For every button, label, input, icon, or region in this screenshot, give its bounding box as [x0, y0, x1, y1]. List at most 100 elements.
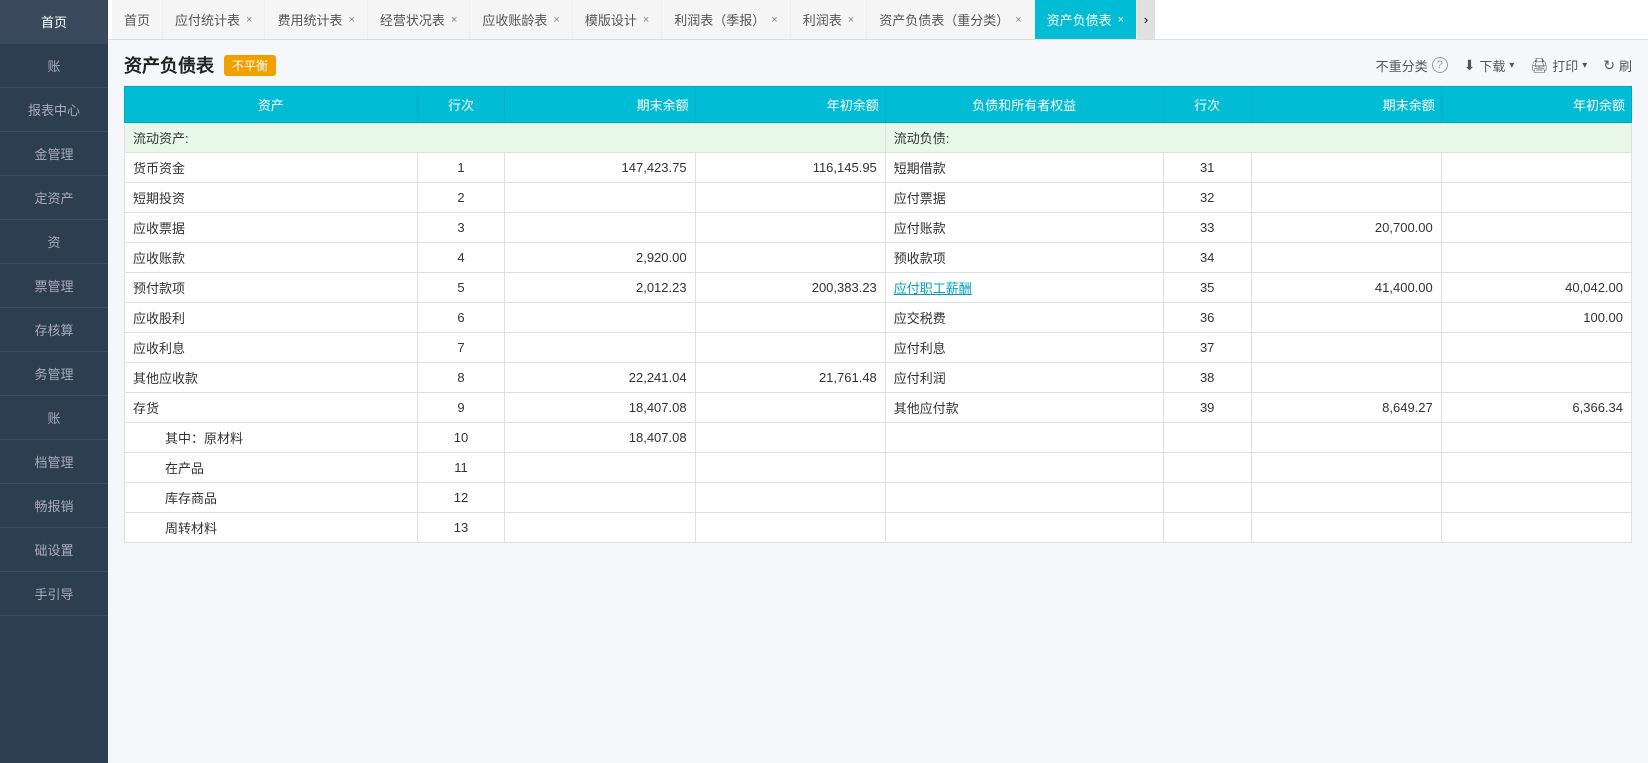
- sidebar-item-home[interactable]: 首页: [0, 0, 108, 44]
- sidebar-item-base-settings[interactable]: 础设置: [0, 528, 108, 572]
- cell-liability: 应付利息: [885, 333, 1163, 363]
- header-actions: 不重分类 ? ⬇ 下载 ▾ 🖨 打印 ▾ ↻ 刷: [1376, 56, 1632, 75]
- sidebar-item-sales[interactable]: 畅报销: [0, 484, 108, 528]
- cell-asset: 预付款项: [125, 273, 418, 303]
- cell-rownum2: 36: [1163, 303, 1251, 333]
- page-title: 资产负债表: [124, 52, 214, 78]
- cell-liability: 应交税费: [885, 303, 1163, 333]
- cell-end-balance: [505, 483, 695, 513]
- table-row: 周转材料 13: [125, 513, 1632, 543]
- cell-begin-balance2: [1441, 333, 1631, 363]
- download-btn[interactable]: ⬇ 下载 ▾: [1464, 56, 1515, 75]
- balance-sheet-table: 资产 行次 期末余额 年初余额 负债和所有者权益 行次 期末余额 年初余额 流动…: [124, 86, 1632, 543]
- tab-bar: 首页 应付统计表 × 费用统计表 × 经营状况表 × 应收账龄表 × 模版设计 …: [108, 0, 1648, 40]
- close-tab-operation-status[interactable]: ×: [451, 14, 457, 26]
- close-tab-profit-table[interactable]: ×: [848, 14, 854, 26]
- tab-template-design[interactable]: 模版设计 ×: [573, 0, 662, 40]
- close-tab-expense-stats[interactable]: ×: [348, 14, 354, 26]
- tab-balance-sheet[interactable]: 资产负债表 ×: [1035, 0, 1137, 40]
- cell-asset: 周转材料: [125, 513, 418, 543]
- close-tab-payable-stats[interactable]: ×: [246, 14, 252, 26]
- table-row: 其他应收款 8 22,241.04 21,761.48 应付利润 38: [125, 363, 1632, 393]
- print-btn[interactable]: 🖨 打印 ▾: [1530, 56, 1587, 75]
- cell-begin-balance: [695, 303, 885, 333]
- download-icon: ⬇: [1464, 57, 1476, 74]
- cell-rownum: 4: [417, 243, 505, 273]
- table-row: 应收票据 3 应付账款 33 20,700.00: [125, 213, 1632, 243]
- cell-rownum2: [1163, 423, 1251, 453]
- sidebar-item-invest[interactable]: 资: [0, 220, 108, 264]
- cell-begin-balance: [695, 423, 885, 453]
- table-header-row: 资产 行次 期末余额 年初余额 负债和所有者权益 行次 期末余额 年初余额: [125, 87, 1632, 123]
- sidebar-item-ledger[interactable]: 账: [0, 396, 108, 440]
- tab-receivable-aging[interactable]: 应收账龄表 ×: [470, 0, 572, 40]
- cell-end-balance: 18,407.08: [505, 393, 695, 423]
- download-chevron-icon: ▾: [1509, 60, 1514, 71]
- section-liability-label: 流动负债:: [885, 123, 1631, 153]
- cell-end-balance: 2,012.23: [505, 273, 695, 303]
- sidebar-item-guide[interactable]: 手引导: [0, 572, 108, 616]
- cell-liability: 预收款项: [885, 243, 1163, 273]
- close-tab-balance-reclassify[interactable]: ×: [1015, 14, 1021, 26]
- cell-begin-balance2: 40,042.00: [1441, 273, 1631, 303]
- section-asset-label: 流动资产:: [125, 123, 886, 153]
- cell-begin-balance: 200,383.23: [695, 273, 885, 303]
- th-end-balance: 期末余额: [505, 87, 695, 123]
- cell-liability: 短期借款: [885, 153, 1163, 183]
- cell-end-balance: 22,241.04: [505, 363, 695, 393]
- tab-expense-stats[interactable]: 费用统计表 ×: [265, 0, 367, 40]
- close-tab-template-design[interactable]: ×: [643, 14, 649, 26]
- cell-end-balance2: [1251, 303, 1441, 333]
- cell-liability: 应付利润: [885, 363, 1163, 393]
- cell-end-balance2: 20,700.00: [1251, 213, 1441, 243]
- refresh-btn[interactable]: ↻ 刷: [1603, 56, 1632, 75]
- cell-begin-balance: [695, 333, 885, 363]
- sidebar-item-file-mgmt[interactable]: 档管理: [0, 440, 108, 484]
- tab-nav-arrow[interactable]: ›: [1137, 0, 1155, 40]
- cell-end-balance: 18,407.08: [505, 423, 695, 453]
- help-icon[interactable]: ?: [1432, 57, 1448, 73]
- tab-home[interactable]: 首页: [112, 0, 163, 40]
- cell-liability: 应付账款: [885, 213, 1163, 243]
- cell-end-balance2: [1251, 183, 1441, 213]
- tab-payable-stats[interactable]: 应付统计表 ×: [163, 0, 265, 40]
- cell-end-balance: [505, 513, 695, 543]
- print-icon: 🖨: [1530, 57, 1548, 74]
- table-row: 其中：原材料 10 18,407.08: [125, 423, 1632, 453]
- cell-end-balance: [505, 183, 695, 213]
- sidebar-item-report-center[interactable]: 报表中心: [0, 88, 108, 132]
- close-tab-profit-quarterly[interactable]: ×: [771, 14, 777, 26]
- sidebar-item-fund-mgmt[interactable]: 金管理: [0, 132, 108, 176]
- cell-end-balance2: [1251, 363, 1441, 393]
- close-tab-receivable-aging[interactable]: ×: [553, 14, 559, 26]
- table-row: 货币资金 1 147,423.75 116,145.95 短期借款 31: [125, 153, 1632, 183]
- cell-rownum: 3: [417, 213, 505, 243]
- tab-profit-table[interactable]: 利润表 ×: [791, 0, 867, 40]
- th-begin-balance: 年初余额: [695, 87, 885, 123]
- tab-profit-quarterly[interactable]: 利润表（季报） ×: [662, 0, 790, 40]
- sidebar-item-fixed-assets[interactable]: 定资产: [0, 176, 108, 220]
- cell-rownum: 5: [417, 273, 505, 303]
- sidebar-item-inventory-calc[interactable]: 存核算: [0, 308, 108, 352]
- refresh-icon: ↻: [1603, 57, 1615, 74]
- cell-asset: 在产品: [125, 453, 418, 483]
- cell-rownum2: 38: [1163, 363, 1251, 393]
- tab-balance-reclassify[interactable]: 资产负债表（重分类） ×: [867, 0, 1034, 40]
- cell-rownum: 12: [417, 483, 505, 513]
- sidebar-item-task-mgmt[interactable]: 务管理: [0, 352, 108, 396]
- cell-liability: 应付职工薪酬: [885, 273, 1163, 303]
- close-tab-balance-sheet[interactable]: ×: [1118, 14, 1124, 26]
- tab-operation-status[interactable]: 经营状况表 ×: [368, 0, 470, 40]
- cell-end-balance2: [1251, 513, 1441, 543]
- cell-begin-balance2: [1441, 453, 1631, 483]
- cell-asset: 应收账款: [125, 243, 418, 273]
- sidebar-item-payable[interactable]: 账: [0, 44, 108, 88]
- cell-rownum2: 35: [1163, 273, 1251, 303]
- cell-asset: 应收股利: [125, 303, 418, 333]
- cell-liability: 应付票据: [885, 183, 1163, 213]
- no-reclassify-btn[interactable]: 不重分类 ?: [1376, 56, 1448, 75]
- sidebar-item-ticket-mgmt[interactable]: 票管理: [0, 264, 108, 308]
- cell-rownum: 6: [417, 303, 505, 333]
- sidebar: 首页 账 报表中心 金管理 定资产 资 票管理 存核算 务管理 账 档管理 畅报…: [0, 0, 108, 763]
- cell-rownum: 8: [417, 363, 505, 393]
